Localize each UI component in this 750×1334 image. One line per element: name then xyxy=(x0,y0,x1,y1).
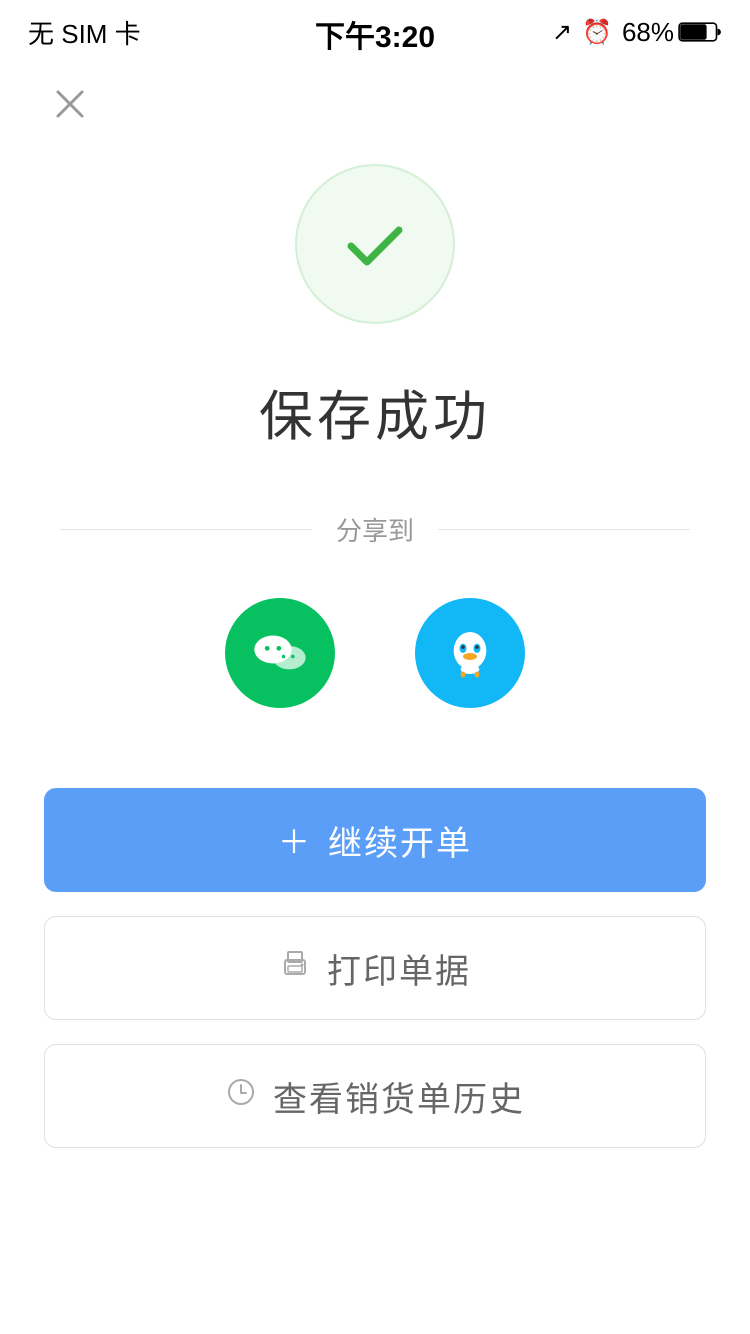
battery-indicator: 68% xyxy=(622,17,722,48)
qq-share-button[interactable] xyxy=(415,598,525,708)
print-button[interactable]: 打印单据 xyxy=(44,916,706,1020)
continue-button[interactable]: ＋ 继续开单 xyxy=(44,788,706,892)
plus-icon: ＋ xyxy=(278,817,312,863)
share-row xyxy=(225,598,525,708)
battery-icon xyxy=(678,21,722,43)
success-title: 保存成功 xyxy=(259,372,491,451)
action-buttons: ＋ 继续开单 打印单据 查看销货单历史 xyxy=(0,788,750,1148)
checkmark-icon xyxy=(335,204,415,284)
share-divider: 分享到 xyxy=(0,511,750,548)
share-label: 分享到 xyxy=(312,511,438,548)
main-content: 保存成功 分享到 xyxy=(0,64,750,1148)
print-label: 打印单据 xyxy=(327,944,471,993)
status-bar: 无 SIM 卡 下午3:20 ↗ ⏰ 68% xyxy=(0,0,750,64)
close-button[interactable] xyxy=(44,78,96,130)
continue-label: 继续开单 xyxy=(328,816,472,865)
status-left: 无 SIM 卡 xyxy=(28,14,151,51)
wechat-icon xyxy=(245,618,315,688)
status-right: ↗ ⏰ 68% xyxy=(552,17,722,48)
status-time: 下午3:20 xyxy=(315,12,435,56)
qq-icon xyxy=(435,618,505,688)
wechat-share-button[interactable] xyxy=(225,598,335,708)
alarm-icon: ⏰ xyxy=(582,18,612,47)
location-icon: ↗ xyxy=(552,18,572,47)
success-circle xyxy=(295,164,455,324)
history-button[interactable]: 查看销货单历史 xyxy=(44,1044,706,1148)
history-icon xyxy=(225,1076,257,1116)
print-icon xyxy=(279,948,311,988)
divider-line-right xyxy=(438,529,690,530)
history-label: 查看销货单历史 xyxy=(273,1072,525,1121)
divider-line-left xyxy=(60,529,312,530)
sim-label: 无 SIM 卡 xyxy=(28,14,141,51)
